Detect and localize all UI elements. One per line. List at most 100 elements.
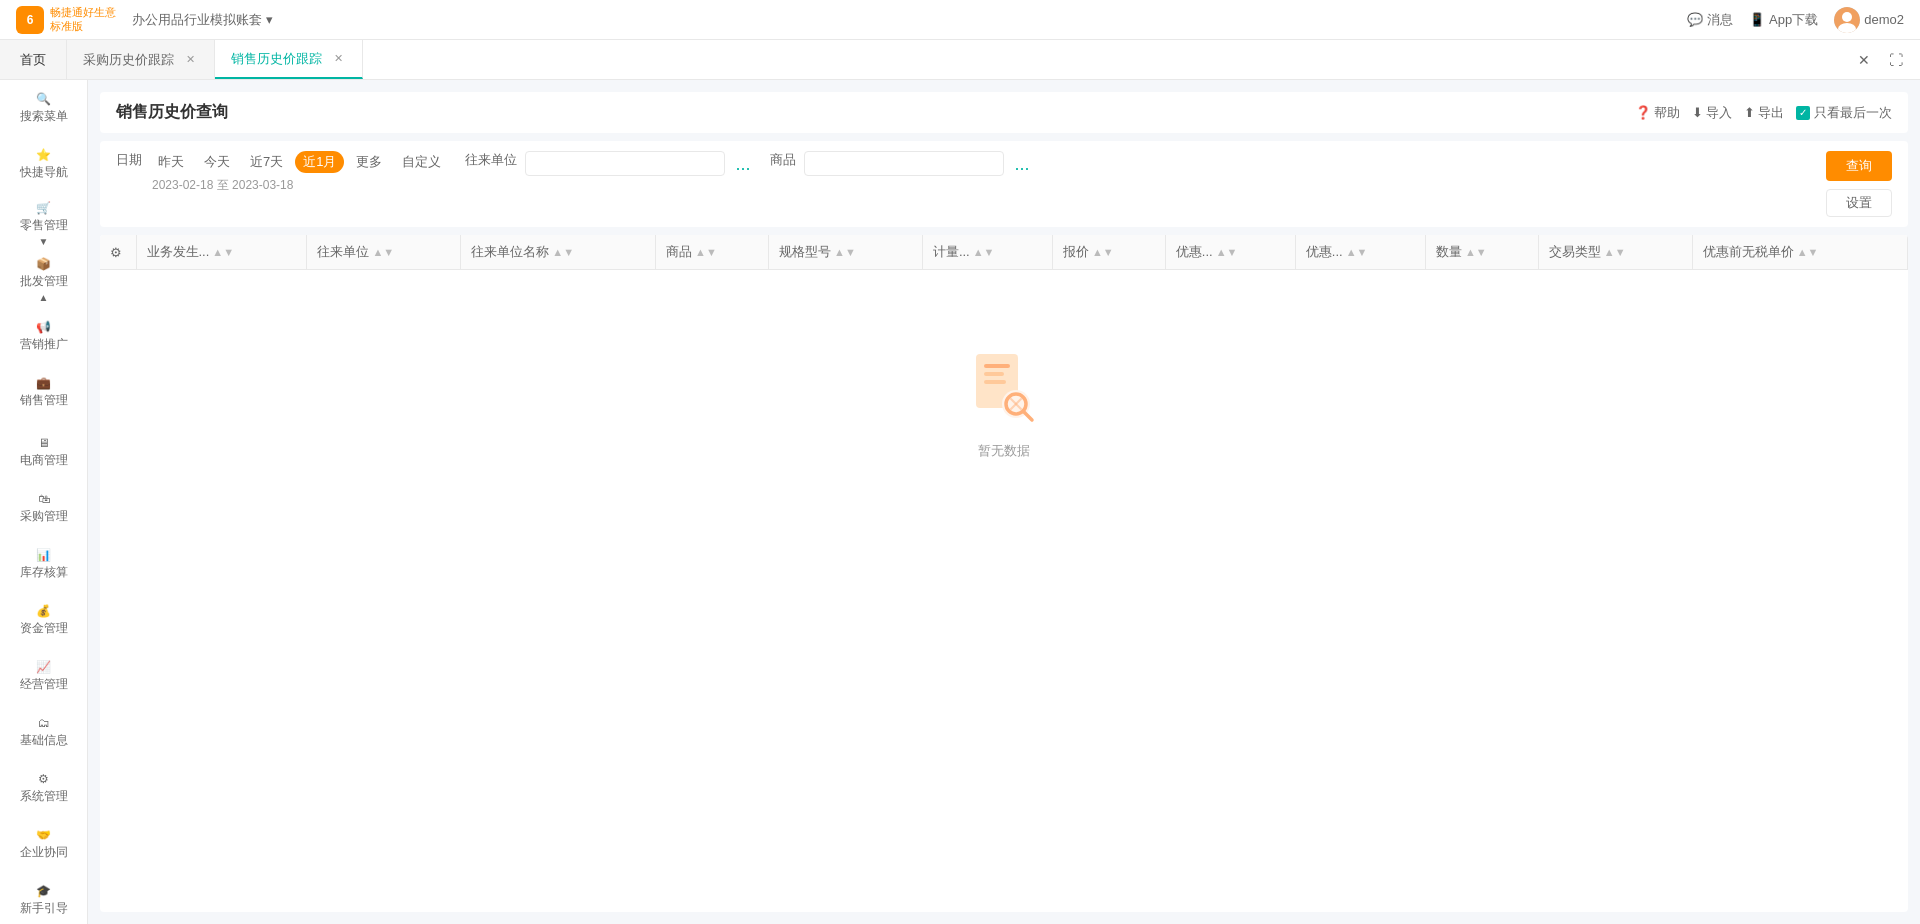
- table-col-spec[interactable]: 规格型号 ▲▼: [769, 235, 923, 270]
- date-1month-btn[interactable]: 近1月: [295, 151, 344, 173]
- import-icon: ⬇: [1692, 105, 1703, 120]
- import-button[interactable]: ⬇ 导入: [1692, 104, 1732, 122]
- table-col-partner-code[interactable]: 往来单位 ▲▼: [307, 235, 461, 270]
- purchase-icon: 🛍: [38, 492, 50, 506]
- user-menu[interactable]: demo2: [1834, 7, 1904, 33]
- page-title: 销售历史价查询: [116, 102, 228, 123]
- sidebar-item-inventory[interactable]: 📊 库存核算: [0, 536, 87, 592]
- sidebar-item-sales-mgmt[interactable]: 💼 销售管理: [0, 364, 87, 420]
- content-area: 销售历史价查询 ❓ 帮助 ⬇ 导入 ⬆ 导出: [88, 80, 1920, 924]
- table-col-discount2[interactable]: 优惠... ▲▼: [1295, 235, 1425, 270]
- sidebar-item-cooperation[interactable]: 🤝 企业协同: [0, 816, 87, 872]
- logo-text: 畅捷通好生意 标准版: [50, 6, 116, 32]
- message-button[interactable]: 💬 消息: [1687, 11, 1733, 29]
- finance-icon: 💰: [36, 604, 51, 618]
- top-bar-right: 💬 消息 📱 App下载 demo2: [1687, 7, 1904, 33]
- partner-filter-label: 往来单位: [465, 151, 517, 169]
- sidebar-item-wholesale[interactable]: 📦 批发管理 ▲: [0, 252, 87, 308]
- date-filter-label: 日期: [116, 151, 142, 169]
- tab-home[interactable]: 首页: [0, 40, 67, 79]
- sort-quote-icon: ▲▼: [1092, 246, 1114, 258]
- sidebar-item-finance[interactable]: 💰 资金管理: [0, 592, 87, 648]
- settings-icon[interactable]: ⚙: [110, 245, 122, 260]
- date-custom-btn[interactable]: 自定义: [394, 151, 449, 173]
- operations-icon: 📈: [36, 660, 51, 674]
- date-today-btn[interactable]: 今天: [196, 151, 238, 173]
- export-button[interactable]: ⬆ 导出: [1744, 104, 1784, 122]
- sidebar-item-operations[interactable]: 📈 经营管理: [0, 648, 87, 704]
- table-col-partner-name[interactable]: 往来单位名称 ▲▼: [461, 235, 656, 270]
- tab-sales[interactable]: 销售历史价跟踪 ✕: [215, 40, 363, 79]
- cooperation-icon: 🤝: [36, 828, 51, 842]
- sort-spec-icon: ▲▼: [834, 246, 856, 258]
- page-content: 销售历史价查询 ❓ 帮助 ⬇ 导入 ⬆ 导出: [88, 80, 1920, 924]
- table-col-discount1[interactable]: 优惠... ▲▼: [1165, 235, 1295, 270]
- app-selector[interactable]: 办公用品行业模拟账套 ▾: [124, 7, 281, 33]
- sidebar-item-ecommerce[interactable]: 🖥 电商管理: [0, 424, 87, 480]
- sidebar-item-search[interactable]: 🔍 搜索菜单: [0, 80, 87, 136]
- date-filter-section: 日期 昨天 今天 近7天 近1月 更多 自定义 2023-02-18 至 202…: [116, 151, 449, 194]
- inventory-icon: 📊: [36, 548, 51, 562]
- product-dots-button[interactable]: ...: [1010, 155, 1033, 173]
- last-only-checkbox[interactable]: 只看最后一次: [1796, 104, 1892, 122]
- sort-unit-icon: ▲▼: [973, 246, 995, 258]
- sort-partner-name-icon: ▲▼: [552, 246, 574, 258]
- page-header: 销售历史价查询 ❓ 帮助 ⬇ 导入 ⬆ 导出: [100, 92, 1908, 133]
- date-yesterday-btn[interactable]: 昨天: [150, 151, 192, 173]
- svg-rect-6: [984, 380, 1006, 384]
- marketing-icon: 📢: [36, 320, 51, 334]
- date-more-btn[interactable]: 更多: [348, 151, 390, 173]
- table-col-trade-type[interactable]: 交易类型 ▲▼: [1538, 235, 1692, 270]
- table-col-quote[interactable]: 报价 ▲▼: [1052, 235, 1165, 270]
- sort-discount1-icon: ▲▼: [1216, 246, 1238, 258]
- sort-biz-date-icon: ▲▼: [212, 246, 234, 258]
- sidebar: 🔍 搜索菜单 ⭐ 快捷导航 🛒 零售管理 ▼ 📦 批发管理 ▲ 📢 营销推广 💼…: [0, 80, 88, 924]
- sidebar-item-basic[interactable]: 🗂 基础信息: [0, 704, 87, 760]
- table-header-row: ⚙ 业务发生... ▲▼ 往来单位: [100, 235, 1908, 270]
- date-filter-controls: 昨天 今天 近7天 近1月 更多 自定义 2023-02-18 至 2023-0…: [150, 151, 449, 194]
- guide-icon: 🎓: [36, 884, 51, 898]
- sidebar-item-system[interactable]: ⚙ 系统管理: [0, 760, 87, 816]
- sort-quantity-icon: ▲▼: [1465, 246, 1487, 258]
- date-buttons: 昨天 今天 近7天 近1月 更多 自定义: [150, 151, 449, 173]
- partner-dots-button[interactable]: ...: [731, 155, 754, 173]
- settings-button[interactable]: 设置: [1826, 189, 1892, 217]
- date-7days-btn[interactable]: 近7天: [242, 151, 291, 173]
- table-col-pre-tax-price[interactable]: 优惠前无税单价 ▲▼: [1692, 235, 1907, 270]
- chevron-down-icon: ▾: [266, 12, 273, 27]
- table-col-product[interactable]: 商品 ▲▼: [656, 235, 769, 270]
- table-col-quantity[interactable]: 数量 ▲▼: [1425, 235, 1538, 270]
- product-input-area: ...: [804, 151, 1033, 176]
- sidebar-item-retail[interactable]: 🛒 零售管理 ▼: [0, 196, 87, 252]
- close-sales-tab[interactable]: ✕: [330, 51, 346, 67]
- date-range-text: 2023-02-18 至 2023-03-18: [152, 177, 449, 194]
- sidebar-item-purchase-mgmt[interactable]: 🛍 采购管理: [0, 480, 87, 536]
- partner-filter-section: 往来单位 ...: [465, 151, 754, 176]
- sidebar-item-shortcut[interactable]: ⭐ 快捷导航: [0, 136, 87, 192]
- sidebar-item-marketing[interactable]: 📢 营销推广: [0, 308, 87, 364]
- sidebar-item-guide[interactable]: 🎓 新手引导: [0, 872, 87, 924]
- partner-input[interactable]: [525, 151, 725, 176]
- top-bar: 6 畅捷通好生意 标准版 办公用品行业模拟账套 ▾ 💬 消息 📱 App下载 d…: [0, 0, 1920, 40]
- maximize-button[interactable]: ⛶: [1884, 48, 1908, 72]
- table-col-settings: ⚙: [100, 235, 136, 270]
- table-header: ⚙ 业务发生... ▲▼ 往来单位: [100, 235, 1908, 270]
- svg-line-9: [1024, 412, 1032, 420]
- table-col-biz-date[interactable]: 业务发生... ▲▼: [136, 235, 307, 270]
- app-download-button[interactable]: 📱 App下载: [1749, 11, 1818, 29]
- partner-input-area: ...: [525, 151, 754, 176]
- data-table: ⚙ 业务发生... ▲▼ 往来单位: [100, 235, 1908, 270]
- svg-point-1: [1842, 12, 1852, 22]
- help-button[interactable]: ❓ 帮助: [1635, 104, 1680, 122]
- close-all-tabs-button[interactable]: ✕: [1852, 48, 1876, 72]
- table-col-unit[interactable]: 计量... ▲▼: [922, 235, 1052, 270]
- close-purchase-tab[interactable]: ✕: [182, 52, 198, 68]
- logo-icon: 6: [16, 6, 44, 34]
- export-icon: ⬆: [1744, 105, 1755, 120]
- product-input[interactable]: [804, 151, 1004, 176]
- tab-purchase[interactable]: 采购历史价跟踪 ✕: [67, 40, 215, 79]
- sales-icon: 💼: [36, 376, 51, 390]
- query-button[interactable]: 查询: [1826, 151, 1892, 181]
- avatar: [1834, 7, 1860, 33]
- retail-icon: 🛒: [36, 201, 51, 215]
